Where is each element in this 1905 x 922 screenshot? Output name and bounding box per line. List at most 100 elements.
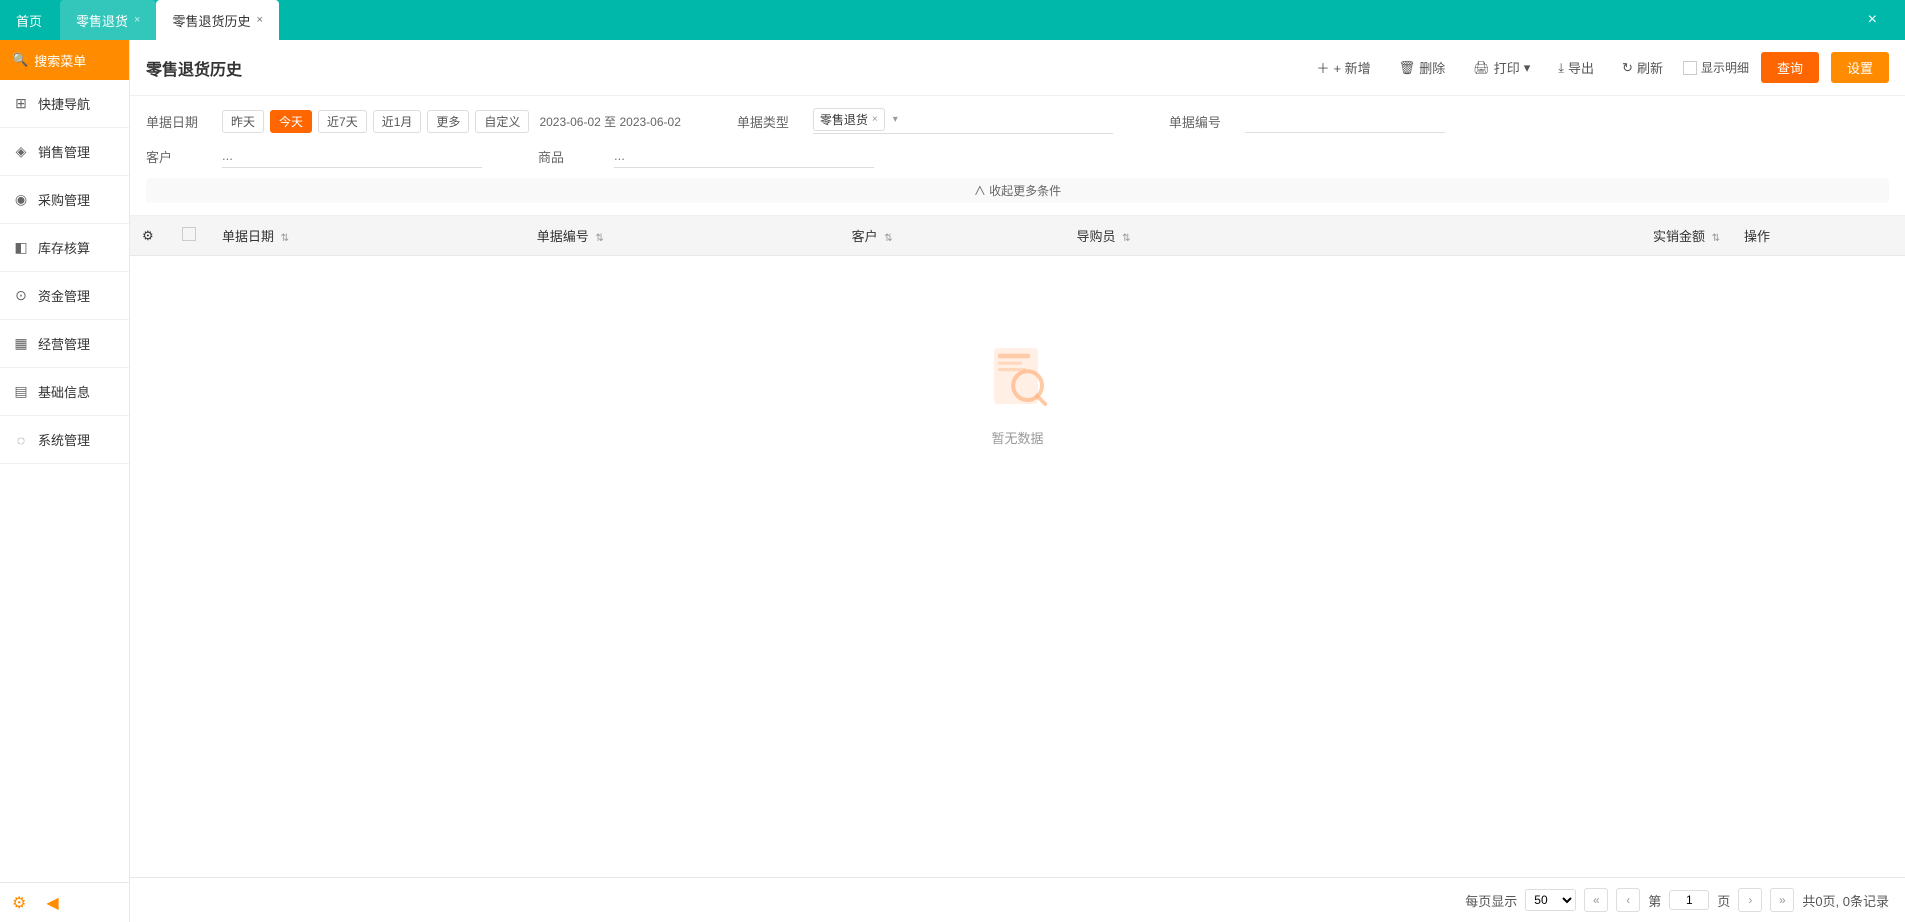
th-customer[interactable]: 客户 ⇅: [840, 216, 1065, 256]
column-settings-icon[interactable]: ⚙: [142, 228, 154, 243]
th-date[interactable]: 单据日期 ⇅: [210, 216, 525, 256]
window-close-button[interactable]: ×: [1856, 11, 1889, 29]
print-label: 打印: [1494, 58, 1520, 77]
voucher-type-dropdown-icon[interactable]: ▾: [893, 114, 898, 125]
tab-retail-return-history-close[interactable]: ×: [256, 14, 262, 26]
quick-nav-icon: ⊞: [12, 95, 30, 113]
page-number-input[interactable]: [1669, 890, 1709, 910]
table-header-row: ⚙ 单据日期 ⇅ 单据编号 ⇅: [130, 216, 1905, 256]
sales-mgmt-icon: ◈: [12, 143, 30, 161]
filter-row-1: 单据日期 昨天 今天 近7天 近1月 更多 自定义 2023-06-02 至 2…: [146, 108, 1889, 134]
prev-page-button[interactable]: ‹: [1616, 888, 1640, 912]
search-icon: 🔍: [12, 52, 28, 68]
th-settings[interactable]: ⚙: [130, 216, 170, 256]
collapse-sidebar-icon[interactable]: ◀: [46, 893, 58, 913]
th-spacer: [1334, 216, 1417, 256]
last-page-button[interactable]: »: [1770, 888, 1794, 912]
date-filter: 昨天 今天 近7天 近1月 更多 自定义 2023-06-02 至 2023-0…: [222, 110, 681, 133]
th-no[interactable]: 单据编号 ⇅: [525, 216, 840, 256]
new-button[interactable]: ＋ + 新增: [1308, 54, 1378, 81]
sidebar-item-system-mgmt-label: 系统管理: [38, 430, 90, 449]
voucher-type-label: 单据类型: [737, 112, 797, 131]
sidebar-item-finance-mgmt[interactable]: ⊙ 资金管理: [0, 272, 129, 320]
query-button[interactable]: 查询: [1761, 52, 1819, 83]
empty-cell: 暂无数据: [130, 256, 1905, 528]
sidebar-item-ops-mgmt[interactable]: ▦ 经营管理: [0, 320, 129, 368]
voucher-type-tag: 零售退货 ×: [813, 108, 885, 131]
collapse-filter-bar[interactable]: ∧ 收起更多条件: [146, 178, 1889, 203]
delete-button[interactable]: 🗑 删除: [1391, 54, 1454, 81]
tab-retail-return-history[interactable]: 零售退货历史 ×: [156, 0, 278, 40]
sidebar-search[interactable]: 🔍 搜索菜单: [0, 40, 129, 80]
date-btn-yesterday[interactable]: 昨天: [222, 110, 264, 133]
date-btn-more[interactable]: 更多: [427, 110, 469, 133]
date-btn-7days[interactable]: 近7天: [318, 110, 367, 133]
top-bar: 首页 零售退货 × 零售退货历史 × ×: [0, 0, 1905, 40]
header-actions: ＋ + 新增 🗑 删除 🖨 打印 ▾ ⤓ 导出 ↻: [1308, 52, 1889, 83]
print-button[interactable]: 🖨 打印 ▾: [1465, 54, 1538, 81]
data-table: ⚙ 单据日期 ⇅ 单据编号 ⇅: [130, 216, 1905, 527]
date-btn-custom[interactable]: 自定义: [475, 110, 529, 133]
sidebar-item-purchase-mgmt[interactable]: ◉ 采购管理: [0, 176, 129, 224]
refresh-icon: ↻: [1622, 60, 1633, 76]
th-action-label: 操作: [1744, 229, 1770, 244]
sidebar-item-quick-nav[interactable]: ⊞ 快捷导航: [0, 80, 129, 128]
date-btn-1month[interactable]: 近1月: [373, 110, 422, 133]
purchase-mgmt-icon: ◉: [12, 191, 30, 209]
voucher-type-selector[interactable]: 零售退货 × ▾: [813, 108, 1113, 134]
sidebar-bottom: ⚙ ◀: [0, 882, 129, 922]
voucher-type-tag-close[interactable]: ×: [872, 114, 878, 125]
th-amount[interactable]: 实销金额 ⇅: [1417, 216, 1732, 256]
filter-row-2: 客户 商品: [146, 144, 1889, 168]
tab-retail-return-close[interactable]: ×: [134, 14, 140, 26]
per-page-select[interactable]: 50 10 20 100: [1525, 889, 1576, 911]
sidebar-item-inventory[interactable]: ◧ 库存核算: [0, 224, 129, 272]
tab-home[interactable]: 首页: [0, 0, 58, 40]
collapse-filter-label: ∧ 收起更多条件: [974, 184, 1061, 198]
date-btn-today[interactable]: 今天: [270, 110, 312, 133]
sidebar-item-purchase-mgmt-label: 采购管理: [38, 190, 90, 209]
top-bar-right: ×: [1856, 11, 1905, 29]
first-page-button[interactable]: «: [1584, 888, 1608, 912]
th-customer-label: 客户: [852, 229, 878, 244]
new-icon: ＋: [1316, 58, 1329, 77]
next-page-button[interactable]: ›: [1738, 888, 1762, 912]
date-sort-icon: ⇅: [281, 233, 289, 244]
main-layout: 🔍 搜索菜单 ⊞ 快捷导航 ◈ 销售管理 ◉ 采购管理 ◧ 库存核算 ⊙ 资金: [0, 40, 1905, 922]
goods-input[interactable]: [614, 144, 874, 168]
export-label: 导出: [1568, 58, 1594, 77]
sidebar-item-system-mgmt[interactable]: ◌ 系统管理: [0, 416, 129, 464]
voucher-no-input[interactable]: [1245, 109, 1445, 133]
refresh-button[interactable]: ↻ 刷新: [1614, 54, 1671, 81]
guide-sort-icon: ⇅: [1122, 233, 1130, 244]
sidebar-nav: ⊞ 快捷导航 ◈ 销售管理 ◉ 采购管理 ◧ 库存核算 ⊙ 资金管理 ▦ 经营管…: [0, 80, 129, 882]
print-icon: 🖨: [1473, 60, 1490, 76]
customer-input[interactable]: [222, 144, 482, 168]
new-label: + 新增: [1333, 58, 1370, 77]
filter-section: 单据日期 昨天 今天 近7天 近1月 更多 自定义 2023-06-02 至 2…: [130, 96, 1905, 216]
empty-state: 暂无数据: [130, 256, 1905, 527]
print-arrow-icon: ▾: [1524, 60, 1531, 76]
page-prefix: 第: [1648, 891, 1661, 910]
tab-retail-return[interactable]: 零售退货 ×: [60, 0, 156, 40]
export-button[interactable]: ⤓ 导出: [1550, 54, 1602, 81]
page-header: 零售退货历史 ＋ + 新增 🗑 删除 🖨 打印 ▾ ⤓ 导出: [130, 40, 1905, 96]
show-detail-checkbox[interactable]: [1683, 61, 1697, 75]
customer-sort-icon: ⇅: [884, 233, 892, 244]
sidebar-item-sales-mgmt[interactable]: ◈ 销售管理: [0, 128, 129, 176]
settings-gear-icon[interactable]: ⚙: [12, 893, 26, 913]
sidebar-item-finance-mgmt-label: 资金管理: [38, 286, 90, 305]
select-all-checkbox[interactable]: [182, 227, 196, 241]
date-filter-label: 单据日期: [146, 112, 206, 131]
page-title: 零售退货历史: [146, 56, 242, 80]
delete-icon: 🗑: [1399, 60, 1416, 76]
th-guide[interactable]: 导购员 ⇅: [1064, 216, 1334, 256]
sidebar-item-inventory-label: 库存核算: [38, 238, 90, 257]
th-checkbox[interactable]: [170, 216, 210, 256]
sidebar: 🔍 搜索菜单 ⊞ 快捷导航 ◈ 销售管理 ◉ 采购管理 ◧ 库存核算 ⊙ 资金: [0, 40, 130, 922]
empty-illustration: [978, 336, 1058, 416]
empty-row: 暂无数据: [130, 256, 1905, 528]
th-no-label: 单据编号: [537, 229, 589, 244]
settings-button[interactable]: 设置: [1831, 52, 1889, 83]
sidebar-item-basic-info[interactable]: ▤ 基础信息: [0, 368, 129, 416]
